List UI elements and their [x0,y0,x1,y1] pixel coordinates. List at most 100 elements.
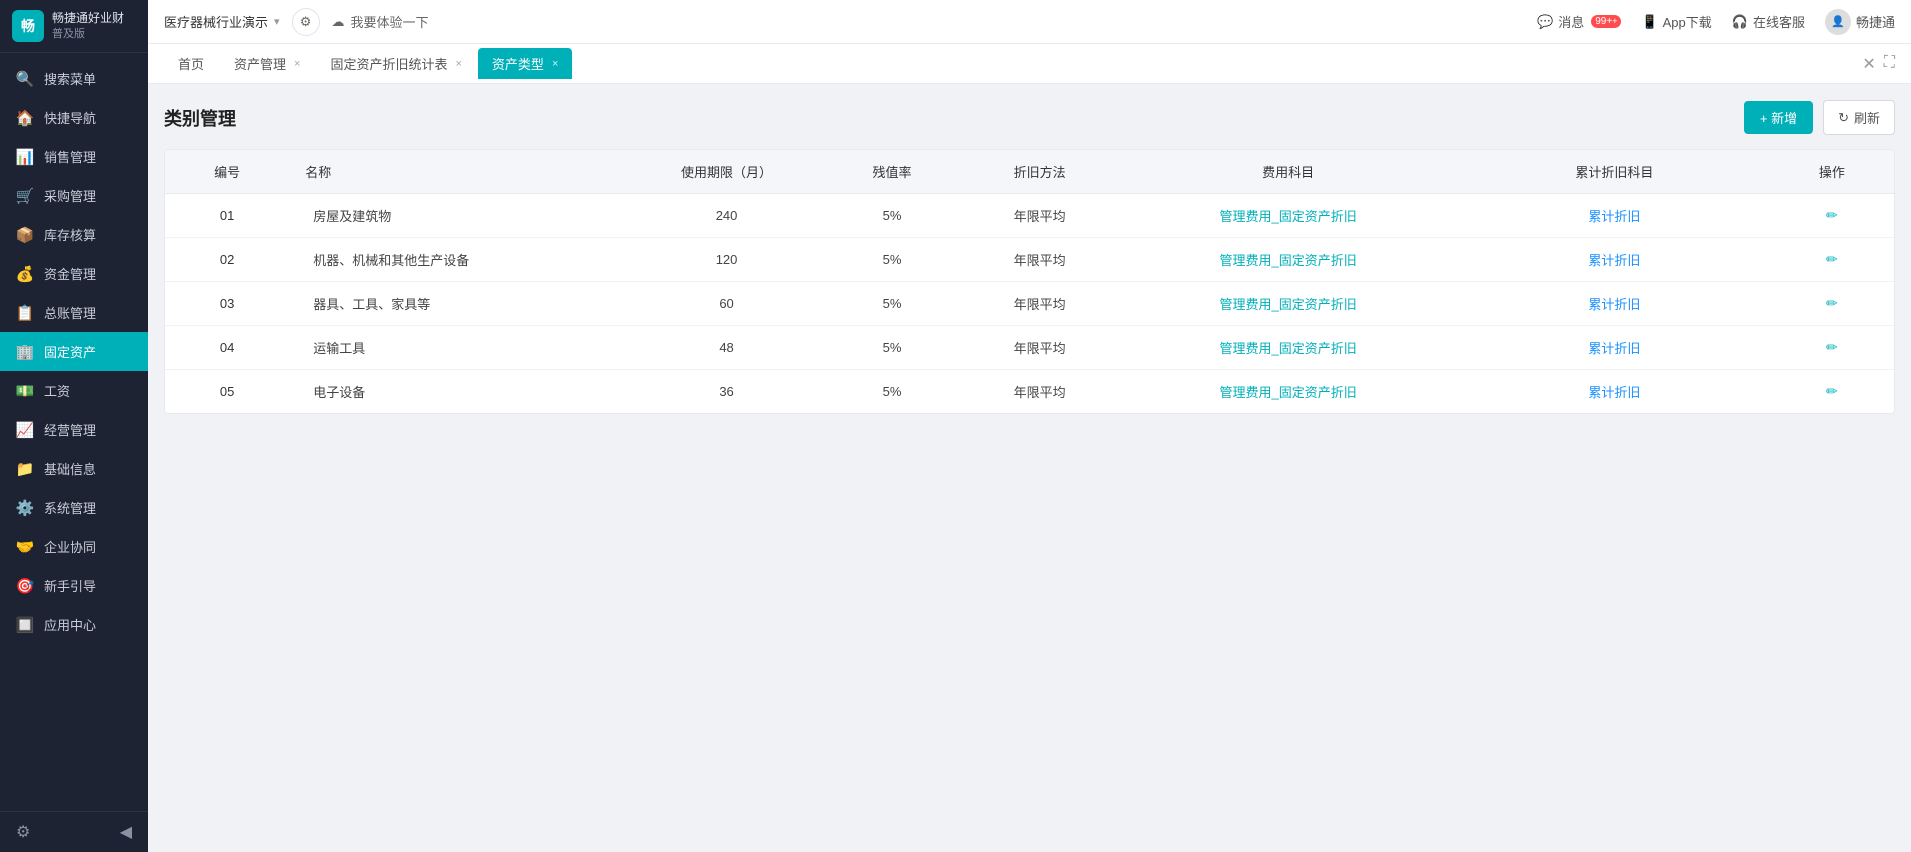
cell-expense: 管理费用_固定资产折旧 [1117,326,1459,370]
sidebar-item-app-center[interactable]: 🔲 应用中心 [0,605,148,644]
sidebar: 畅 畅捷通好业财 普及版 🔍 搜索菜单 🏠 快捷导航 📊 销售管理 🛒 采购管理… [0,0,148,852]
cell-code: 03 [165,282,289,326]
tab-asset-type[interactable]: 资产类型 × [478,48,572,79]
message-button[interactable]: 💬 消息 99++ [1537,12,1621,31]
service-icon: 🎧 [1732,14,1748,30]
sidebar-item-quick-nav[interactable]: 🏠 快捷导航 [0,98,148,137]
cell-code: 01 [165,194,289,238]
data-table: 编号 名称 使用期限（月） 残值率 折旧方法 费用科目 累计折旧科目 操作 01… [164,149,1895,414]
tab-asset-management[interactable]: 资产管理 × [220,48,314,79]
sidebar-item-purchase[interactable]: 🛒 采购管理 [0,176,148,215]
sidebar-item-search[interactable]: 🔍 搜索菜单 [0,59,148,98]
search-icon: 🔍 [16,70,34,88]
cell-action[interactable]: ✏ [1770,194,1894,238]
refresh-button[interactable]: ↻ 刷新 [1823,100,1895,135]
sidebar-nav: 🔍 搜索菜单 🏠 快捷导航 📊 销售管理 🛒 采购管理 📦 库存核算 💰 资金管… [0,53,148,811]
tab-label: 资产管理 [234,54,286,73]
company-selector[interactable]: 医疗器械行业演示 ▾ [164,12,280,31]
table-row: 04 运输工具 48 5% 年限平均 管理费用_固定资产折旧 累计折旧 ✏ [165,326,1894,370]
cell-name: 器具、工具、家具等 [289,282,631,326]
online-service-label: 在线客服 [1753,12,1805,31]
cell-code: 02 [165,238,289,282]
page-header: 类别管理 + 新增 ↻ 刷新 [164,100,1895,135]
header-settings-button[interactable]: ⚙ [292,8,320,36]
cell-action[interactable]: ✏ [1770,370,1894,414]
edit-icon[interactable]: ✏ [1826,339,1838,355]
sidebar-item-label: 快捷导航 [44,108,96,127]
download-icon: 📱 [1641,14,1657,30]
window-close-icon[interactable]: ✕ [1862,54,1875,74]
cell-name: 运输工具 [289,326,631,370]
company-name: 医疗器械行业演示 [164,12,268,31]
toggle-sidebar-icon[interactable]: ◀ [120,822,132,842]
cell-action[interactable]: ✏ [1770,238,1894,282]
cell-code: 04 [165,326,289,370]
sidebar-item-fixed-assets[interactable]: 🏢 固定资产 [0,332,148,371]
avatar: 👤 [1825,9,1851,35]
header-left: 医疗器械行业演示 ▾ ⚙ ☁ 我要体验一下 [164,8,429,36]
tab-close-icon[interactable]: × [294,58,300,70]
cell-expense: 管理费用_固定资产折旧 [1117,238,1459,282]
tab-home[interactable]: 首页 [164,48,218,79]
tabs-bar: 首页 资产管理 × 固定资产折旧统计表 × 资产类型 × ✕ ⛶ [148,44,1911,84]
tab-fixed-asset-depreciation[interactable]: 固定资产折旧统计表 × [316,48,475,79]
add-button[interactable]: + 新增 [1744,101,1813,134]
sidebar-item-label: 资金管理 [44,264,96,283]
sidebar-item-label: 工资 [44,381,70,400]
ledger-icon: 📋 [16,304,34,322]
app-center-icon: 🔲 [16,616,34,634]
edit-icon[interactable]: ✏ [1826,207,1838,223]
sidebar-item-basic-info[interactable]: 📁 基础信息 [0,449,148,488]
refresh-icon: ↻ [1838,110,1849,126]
sidebar-item-payroll[interactable]: 💵 工资 [0,371,148,410]
settings-icon[interactable]: ⚙ [16,822,30,842]
sidebar-item-ledger[interactable]: 📋 总账管理 [0,293,148,332]
cell-accumulated: 累计折旧 [1459,326,1770,370]
sidebar-item-sales[interactable]: 📊 销售管理 [0,137,148,176]
message-badge: 99++ [1591,15,1621,28]
tab-close-icon[interactable]: × [455,58,461,70]
sidebar-item-label: 企业协同 [44,537,96,556]
sidebar-header: 畅 畅捷通好业财 普及版 [0,0,148,53]
sidebar-item-capital[interactable]: 💰 资金管理 [0,254,148,293]
col-header-accumulated: 累计折旧科目 [1459,150,1770,194]
dropdown-arrow-icon: ▾ [274,15,280,28]
experience-button[interactable]: ☁ 我要体验一下 [332,12,429,31]
cell-method: 年限平均 [962,282,1117,326]
app-name-block: 畅捷通好业财 普及版 [52,11,124,41]
cell-action[interactable]: ✏ [1770,282,1894,326]
cell-residual: 5% [822,370,962,414]
sidebar-item-guide[interactable]: 🎯 新手引导 [0,566,148,605]
edit-icon[interactable]: ✏ [1826,383,1838,399]
cell-name: 房屋及建筑物 [289,194,631,238]
sidebar-item-operations[interactable]: 📈 经营管理 [0,410,148,449]
sidebar-item-enterprise[interactable]: 🤝 企业协同 [0,527,148,566]
purchase-icon: 🛒 [16,187,34,205]
sidebar-item-inventory[interactable]: 📦 库存核算 [0,215,148,254]
cell-expense: 管理费用_固定资产折旧 [1117,282,1459,326]
app-version: 普及版 [52,27,124,41]
window-controls: ✕ ⛶ [1862,54,1895,74]
edit-icon[interactable]: ✏ [1826,295,1838,311]
user-menu-button[interactable]: 👤 畅捷通 [1825,9,1895,35]
cell-expense: 管理费用_固定资产折旧 [1117,194,1459,238]
cloud-icon: ☁ [332,14,345,30]
cell-period: 120 [631,238,822,282]
app-download-button[interactable]: 📱 App下载 [1641,12,1711,31]
cell-name: 电子设备 [289,370,631,414]
cell-action[interactable]: ✏ [1770,326,1894,370]
home-icon: 🏠 [16,109,34,127]
sidebar-item-label: 总账管理 [44,303,96,322]
main-content: 医疗器械行业演示 ▾ ⚙ ☁ 我要体验一下 💬 消息 99++ 📱 App下载 … [148,0,1911,852]
col-header-expense: 费用科目 [1117,150,1459,194]
online-service-button[interactable]: 🎧 在线客服 [1732,12,1805,31]
sidebar-item-system[interactable]: ⚙️ 系统管理 [0,488,148,527]
table-row: 05 电子设备 36 5% 年限平均 管理费用_固定资产折旧 累计折旧 ✏ [165,370,1894,414]
cell-accumulated: 累计折旧 [1459,282,1770,326]
tab-close-icon[interactable]: × [552,58,558,70]
cell-residual: 5% [822,238,962,282]
edit-icon[interactable]: ✏ [1826,251,1838,267]
sidebar-item-label: 库存核算 [44,225,96,244]
table-row: 03 器具、工具、家具等 60 5% 年限平均 管理费用_固定资产折旧 累计折旧… [165,282,1894,326]
window-expand-icon[interactable]: ⛶ [1884,54,1895,74]
